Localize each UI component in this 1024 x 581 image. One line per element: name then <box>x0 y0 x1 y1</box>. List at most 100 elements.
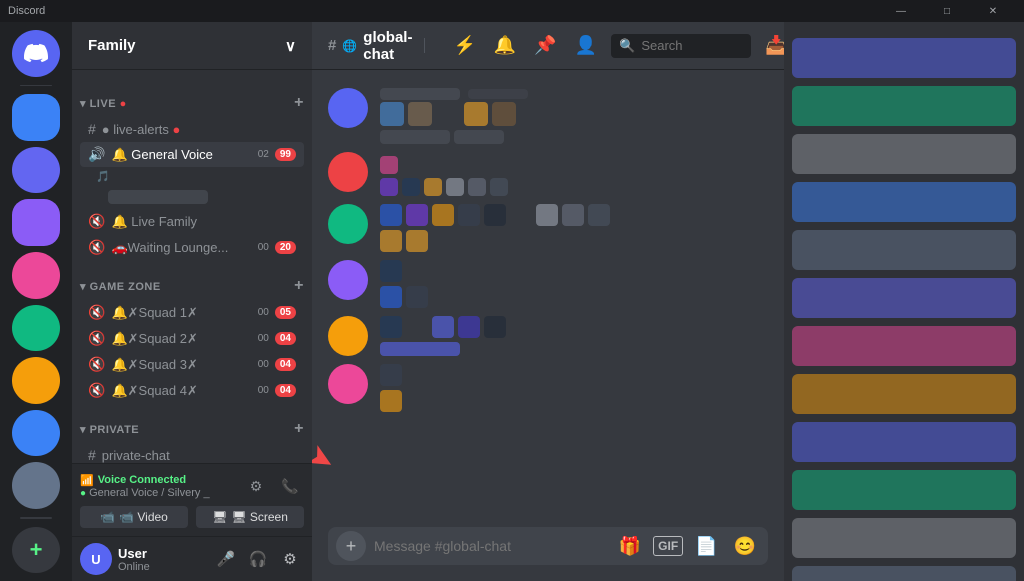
screen-icon: 🖥 <box>212 510 227 524</box>
gift-button[interactable]: 🎁 <box>615 532 645 561</box>
add-channel-icon[interactable]: + <box>294 94 304 112</box>
channel-description: Global Chat is also known as General Cha… <box>424 38 437 53</box>
message-row <box>328 258 768 310</box>
user-actions: 🎤 🎧 ⚙ <box>212 545 304 573</box>
category-live[interactable]: ▾ LIVE ● + <box>72 78 312 116</box>
message-content <box>380 152 768 196</box>
volume-icon: 🔇 <box>88 304 105 321</box>
server-header[interactable]: Family ∨ <box>72 22 312 70</box>
sticker-button[interactable]: 📄 <box>691 532 721 561</box>
channel-name: 🔔✗Squad 3✗ <box>111 357 251 373</box>
channel-item[interactable] <box>80 186 304 208</box>
channel-name: 🔔 General Voice <box>111 147 251 163</box>
server-item[interactable] <box>12 357 60 404</box>
channel-waiting-lounge[interactable]: 🔇 🚗Waiting Lounge... 00 20 <box>80 235 304 260</box>
video-button[interactable]: 📹 📹 Video <box>80 506 188 528</box>
message-row <box>328 202 768 254</box>
volume-icon: 🔇 <box>88 213 105 230</box>
category-private[interactable]: ▾ PRIVATE + <box>72 404 312 442</box>
channel-name: ● live-alerts ● <box>102 122 296 137</box>
headphone-toggle-button[interactable]: 🎧 <box>244 545 272 573</box>
message-input-box: + 🎁 GIF 📄 😊 <box>328 527 768 565</box>
channel-squad1[interactable]: 🔇 🔔✗Squad 1✗ 00 05 <box>80 300 304 325</box>
right-panel-member <box>792 470 1016 510</box>
right-panel <box>784 22 1024 581</box>
avatar <box>328 204 368 244</box>
add-server-button[interactable]: + <box>12 527 60 574</box>
search-bar[interactable]: 🔍 <box>611 34 751 58</box>
message-content <box>380 364 768 412</box>
message-content <box>380 88 768 144</box>
right-panel-member <box>792 326 1016 366</box>
server-item[interactable] <box>12 147 60 194</box>
header-actions: ⚡ 🔔 📌 👤 🔍 📥 ❓ <box>449 31 784 60</box>
avatar <box>328 364 368 404</box>
threads-button[interactable]: ⚡ <box>449 31 479 60</box>
message-row <box>328 86 768 146</box>
message-input[interactable] <box>374 527 607 565</box>
window-controls: — □ ✕ <box>878 0 1016 22</box>
server-item-active[interactable] <box>12 199 60 246</box>
user-panel: U User Online 🎤 🎧 ⚙ <box>72 536 312 581</box>
channel-live-family[interactable]: 🔇 🔔 Live Family <box>80 209 304 234</box>
add-channel-icon[interactable]: + <box>294 420 304 438</box>
channel-live-alerts[interactable]: # ● live-alerts ● <box>80 117 304 141</box>
message-content <box>380 204 768 252</box>
notification-button[interactable]: 🔔 <box>490 31 520 60</box>
add-file-button[interactable]: + <box>336 531 366 561</box>
video-icon: 📹 <box>100 510 115 524</box>
server-list: + <box>0 22 72 581</box>
channel-private-chat[interactable]: # private-chat <box>80 443 304 463</box>
author-name <box>380 88 460 100</box>
server-item[interactable] <box>12 462 60 509</box>
channel-squad2[interactable]: 🔇 🔔✗Squad 2✗ 00 04 <box>80 326 304 351</box>
voice-settings-button[interactable]: ⚙ <box>242 472 270 500</box>
voice-status: 📶 Voice Connected ● General Voice / Silv… <box>80 472 304 500</box>
add-channel-icon[interactable]: + <box>294 277 304 295</box>
inbox-button[interactable]: 📥 <box>761 31 784 60</box>
voice-connected-panel: 📶 Voice Connected ● General Voice / Silv… <box>72 463 312 536</box>
right-panel-member <box>792 422 1016 462</box>
close-button[interactable]: ✕ <box>970 0 1016 22</box>
channel-name: private-chat <box>102 448 296 463</box>
volume-icon: 🔇 <box>88 356 105 373</box>
main-content: # 🌐 global-chat Global Chat is also know… <box>312 22 784 581</box>
gif-button[interactable]: GIF <box>653 536 683 556</box>
server-item[interactable] <box>12 94 60 141</box>
server-home[interactable] <box>12 30 60 77</box>
mic-toggle-button[interactable]: 🎤 <box>212 545 240 573</box>
avatar <box>328 316 368 356</box>
server-item[interactable] <box>12 305 60 352</box>
screen-button[interactable]: 🖥 🖥 Screen <box>196 506 304 528</box>
pin-button[interactable]: 📌 <box>530 31 560 60</box>
maximize-button[interactable]: □ <box>924 0 970 22</box>
search-input[interactable] <box>641 38 743 53</box>
volume-icon: 🔊 <box>88 146 105 163</box>
channel-squad4[interactable]: 🔇 🔔✗Squad 4✗ 00 04 <box>80 378 304 403</box>
server-item[interactable] <box>12 252 60 299</box>
server-item[interactable] <box>12 410 60 457</box>
category-game-zone[interactable]: ▾ GAME ZONE + <box>72 261 312 299</box>
channel-squad3[interactable]: 🔇 🔔✗Squad 3✗ 00 04 <box>80 352 304 377</box>
server-divider <box>20 85 52 87</box>
search-icon: 🔍 <box>619 38 635 54</box>
volume-icon: 🔇 <box>88 330 105 347</box>
right-panel-member <box>792 230 1016 270</box>
voice-controls-row: 🎵 <box>72 168 312 185</box>
voice-disconnect-button[interactable]: 📞 <box>276 472 304 500</box>
hash-icon: # <box>328 37 336 54</box>
message-input-area: ➤ + 🎁 GIF 📄 😊 <box>312 527 784 581</box>
user-info: User Online <box>118 546 206 573</box>
message-content <box>380 260 768 308</box>
emoji-button[interactable]: 😊 <box>730 532 760 561</box>
right-panel-member <box>792 374 1016 414</box>
channel-name: 🚗Waiting Lounge... <box>111 240 251 256</box>
right-panel-member <box>792 134 1016 174</box>
right-panel-member <box>792 38 1016 78</box>
message-input-actions: 🎁 GIF 📄 😊 <box>615 532 760 561</box>
user-settings-button[interactable]: ⚙ <box>276 545 304 573</box>
minimize-button[interactable]: — <box>878 0 924 22</box>
channel-general-voice[interactable]: 🔊 🔔 General Voice 02 99 <box>80 142 304 167</box>
voice-channel-name: ● General Voice / Silvery _ <box>80 487 210 499</box>
members-button[interactable]: 👤 <box>571 31 601 60</box>
